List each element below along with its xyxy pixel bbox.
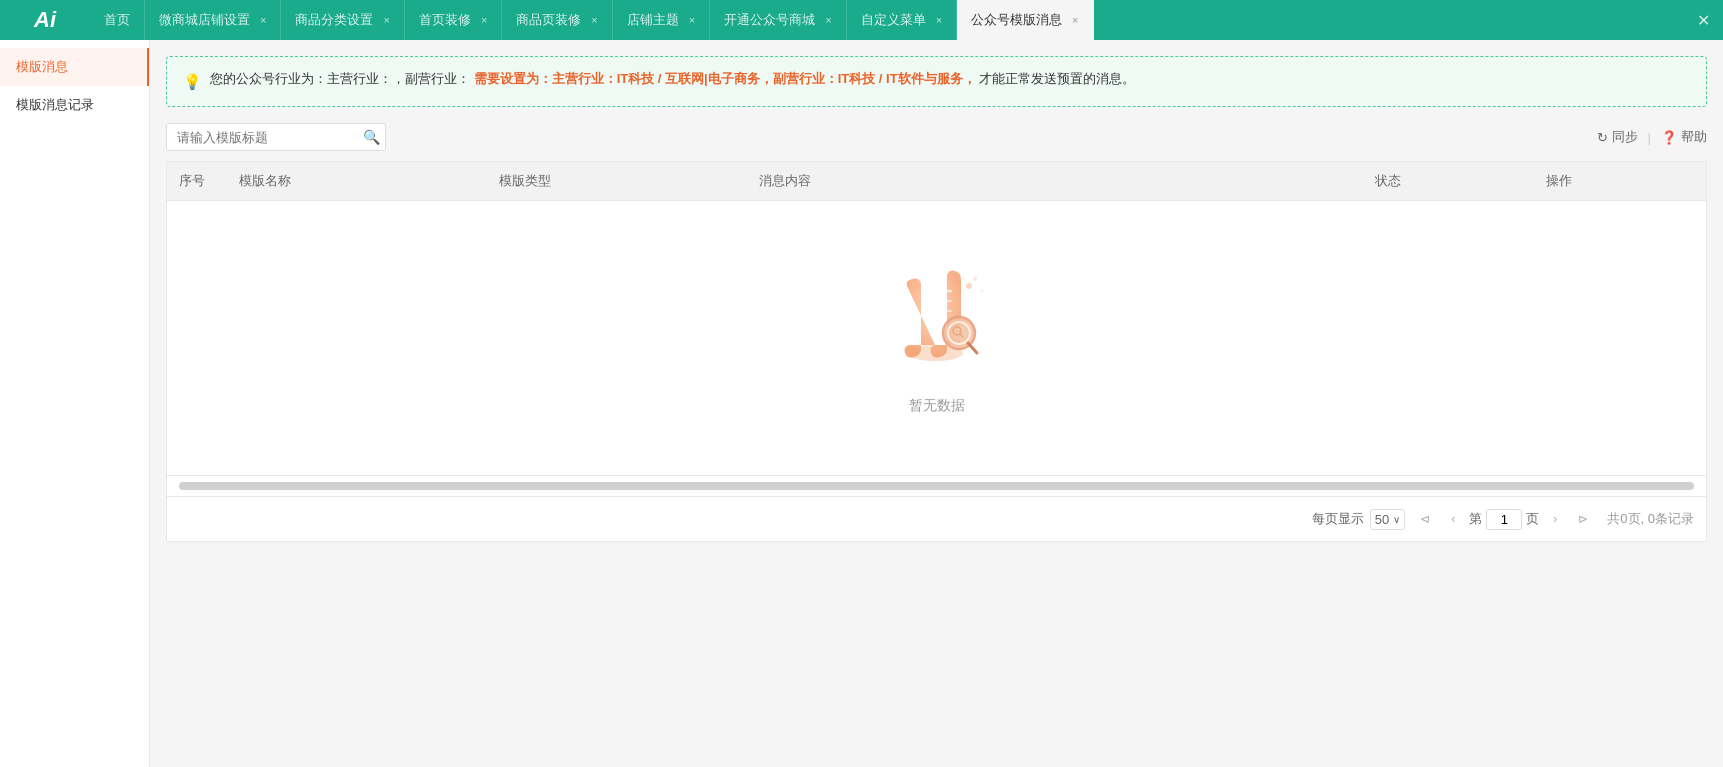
col-seq: 序号 (167, 162, 227, 201)
notice-banner: 💡 您的公众号行业为：主营行业：，副营行业： 需要设置为：主营行业：IT科技 /… (166, 56, 1707, 107)
nav-tabs-container: 首页微商城店铺设置 ×商品分类设置 ×首页装修 ×商品页装修 ×店铺主题 ×开通… (90, 0, 1683, 40)
sync-label: 同步 (1612, 128, 1638, 146)
search-input[interactable] (167, 125, 355, 150)
empty-text: 暂无数据 (909, 397, 965, 415)
dropdown-icon: ∨ (1393, 514, 1400, 525)
sync-button[interactable]: ↻ 同步 (1597, 128, 1638, 146)
col-action: 操作 (1534, 162, 1707, 201)
help-icon: ❓ (1661, 130, 1677, 145)
scrollbar-thumb[interactable] (179, 482, 1694, 490)
table-body: 暂无数据 (167, 201, 1707, 476)
notice-icon: 💡 (183, 70, 202, 94)
per-page-dropdown[interactable]: 50 ∨ (1370, 509, 1405, 530)
help-label: 帮助 (1681, 128, 1707, 146)
page-suffix: 页 (1526, 510, 1539, 528)
nav-tab-wechat-shop[interactable]: 微商城店铺设置 × (145, 0, 281, 40)
nav-tab-homepage-decor[interactable]: 首页装修 × (405, 0, 502, 40)
notice-suffix: 才能正常发送预置的消息。 (979, 71, 1135, 86)
nav-tab-custom-menu[interactable]: 自定义菜单 × (847, 0, 957, 40)
pagination: 每页显示 50 ∨ ⊲ ‹ 第 页 › ⊳ 共0页, 0条记录 (166, 497, 1707, 542)
col-type: 模版类型 (487, 162, 747, 201)
svg-line-8 (968, 343, 977, 353)
per-page-value: 50 (1375, 512, 1389, 527)
nav-tab-template-msg[interactable]: 公众号模版消息 × (957, 0, 1093, 40)
main-layout: 模版消息模版消息记录 💡 您的公众号行业为：主营行业：，副营行业： 需要设置为：… (0, 40, 1723, 767)
svg-point-13 (980, 290, 983, 293)
toolbar: 🔍 ↻ 同步 | ❓ 帮助 (166, 123, 1707, 151)
table-empty-row: 暂无数据 (167, 201, 1707, 476)
notice-prefix: 您的公众号行业为：主营行业：，副营行业： (210, 71, 470, 86)
logo-text: Ai (34, 7, 56, 33)
nav-tab-close-custom-menu[interactable]: × (936, 15, 942, 26)
last-page-button[interactable]: ⊳ (1571, 507, 1595, 531)
nav-tab-close-product-decor[interactable]: × (591, 15, 597, 26)
nav-tab-shop-theme[interactable]: 店铺主题 × (613, 0, 710, 40)
nav-tab-open-shop[interactable]: 开通公众号商城 × (710, 0, 846, 40)
nav-tab-close-template-msg[interactable]: × (1072, 15, 1078, 26)
total-info: 共0页, 0条记录 (1607, 510, 1694, 528)
col-name: 模版名称 (227, 162, 487, 201)
svg-point-12 (973, 277, 977, 281)
nav-tab-close-wechat-shop[interactable]: × (260, 15, 266, 26)
empty-state: 暂无数据 (167, 201, 1706, 475)
prev-page-button[interactable]: ‹ (1441, 507, 1465, 531)
page-label: 第 (1469, 510, 1482, 528)
sync-icon: ↻ (1597, 130, 1608, 145)
toolbar-divider: | (1648, 130, 1651, 145)
nav-tab-close-product-category[interactable]: × (383, 15, 389, 26)
table-header: 序号模版名称模版类型消息内容状态操作 (167, 162, 1707, 201)
search-button[interactable]: 🔍 (355, 124, 386, 150)
svg-point-11 (966, 283, 972, 289)
content-area: 💡 您的公众号行业为：主营行业：，副营行业： 需要设置为：主营行业：IT科技 /… (150, 40, 1723, 767)
search-wrap: 🔍 (166, 123, 386, 151)
help-button[interactable]: ❓ 帮助 (1661, 128, 1707, 146)
horizontal-scrollbar[interactable] (166, 476, 1707, 497)
notice-highlight: 需要设置为：主营行业：IT科技 / 互联网|电子商务，副营行业：IT科技 / I… (474, 71, 976, 86)
nav-tab-close-homepage-decor[interactable]: × (481, 15, 487, 26)
close-all-button[interactable]: ✕ (1683, 0, 1723, 40)
next-page-button[interactable]: › (1543, 507, 1567, 531)
nav-tab-close-open-shop[interactable]: × (825, 15, 831, 26)
sidebar-item-template-msg[interactable]: 模版消息 (0, 48, 149, 86)
app-logo: Ai (0, 0, 90, 40)
first-page-button[interactable]: ⊲ (1413, 507, 1437, 531)
top-navbar: Ai 首页微商城店铺设置 ×商品分类设置 ×首页装修 ×商品页装修 ×店铺主题 … (0, 0, 1723, 40)
nav-tab-home[interactable]: 首页 (90, 0, 145, 40)
nav-tab-close-shop-theme[interactable]: × (689, 15, 695, 26)
page-size-select: 每页显示 50 ∨ (1312, 509, 1405, 530)
data-table: 序号模版名称模版类型消息内容状态操作 (166, 161, 1707, 476)
sidebar-item-template-msg-record[interactable]: 模版消息记录 (0, 86, 149, 124)
per-page-label: 每页显示 (1312, 510, 1364, 528)
page-nav: ⊲ ‹ 第 页 › ⊳ 共0页, 0条记录 (1413, 507, 1694, 531)
notice-text: 您的公众号行业为：主营行业：，副营行业： 需要设置为：主营行业：IT科技 / 互… (210, 69, 1135, 90)
toolbar-right: ↻ 同步 | ❓ 帮助 (1597, 128, 1707, 146)
page-input[interactable] (1486, 509, 1522, 530)
empty-illustration (877, 261, 997, 381)
col-status: 状态 (1363, 162, 1534, 201)
nav-tab-product-decor[interactable]: 商品页装修 × (502, 0, 612, 40)
col-content: 消息内容 (747, 162, 1363, 201)
nav-tab-product-category[interactable]: 商品分类设置 × (281, 0, 404, 40)
sidebar: 模版消息模版消息记录 (0, 40, 150, 767)
